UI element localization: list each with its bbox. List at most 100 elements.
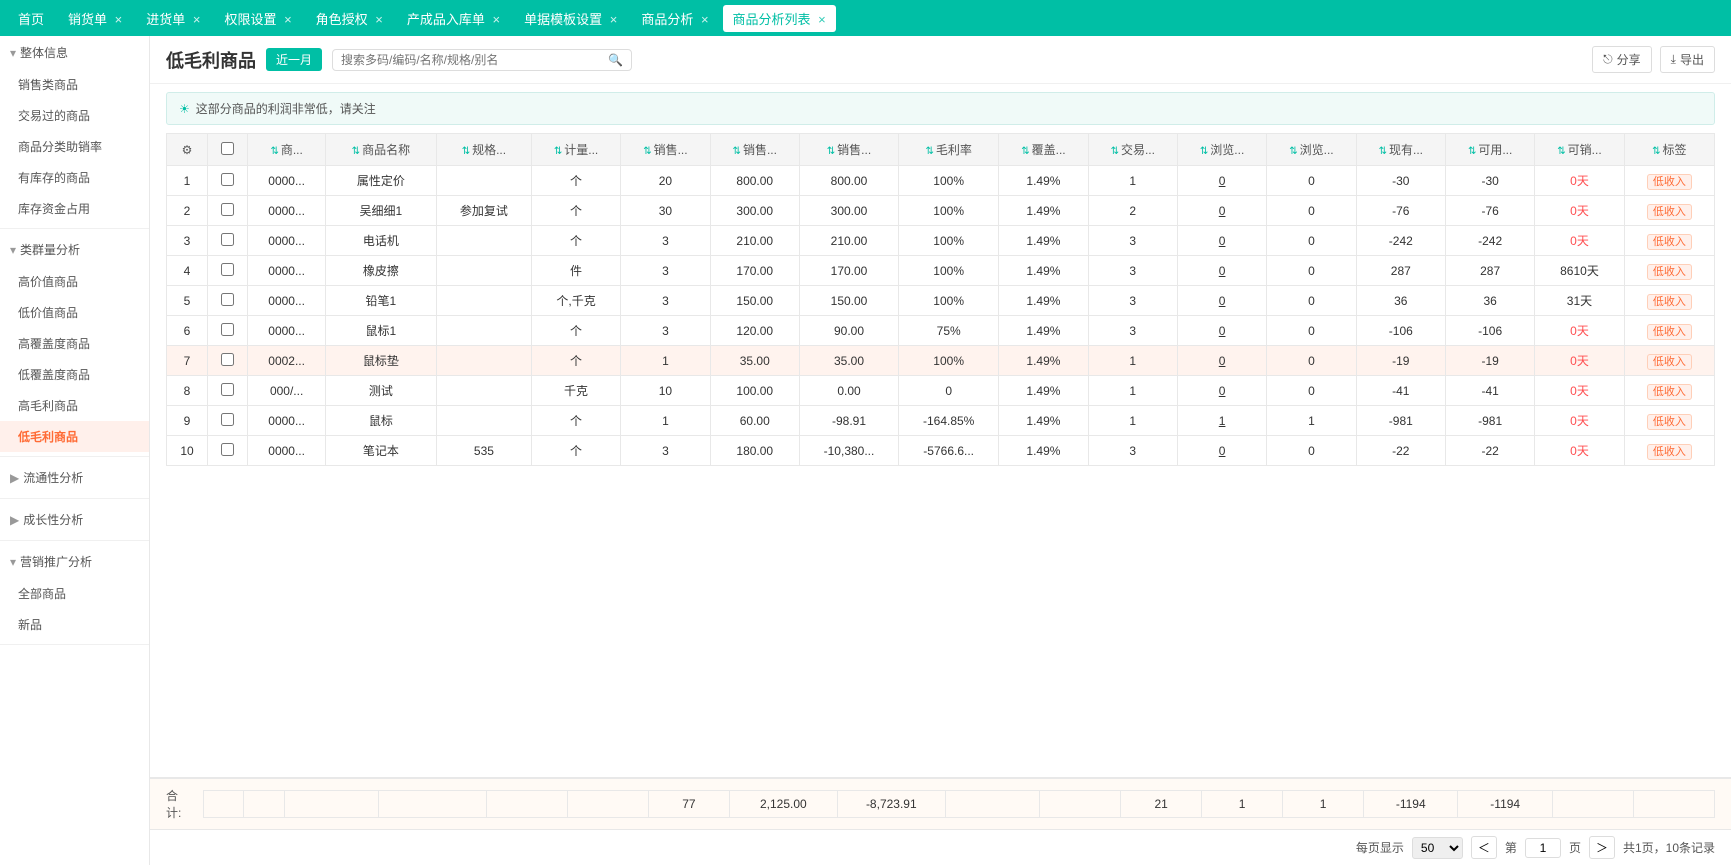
sidebar-group-overall[interactable]: ▾ 整体信息 — [0, 36, 149, 69]
nav-permission[interactable]: 权限设置 × — [214, 5, 301, 32]
col-sales-qty[interactable]: ⇅销售... — [621, 134, 710, 166]
nav-template[interactable]: 单据模板设置 × — [514, 5, 627, 32]
col-trade-count[interactable]: ⇅交易... — [1088, 134, 1177, 166]
nav-purchase-order[interactable]: 进货单 × — [136, 5, 210, 32]
sidebar-item-low-coverage[interactable]: 低覆盖度商品 — [0, 359, 149, 390]
sidebar-group-liquidity[interactable]: ▶ 流通性分析 — [0, 461, 149, 494]
cell-view1[interactable]: 0 — [1177, 316, 1266, 346]
sidebar-item-traded-products[interactable]: 交易过的商品 — [0, 100, 149, 131]
sidebar-item-new-products[interactable]: 新品 — [0, 609, 149, 640]
cell-checkbox[interactable] — [208, 256, 248, 286]
nav-product-inbound[interactable]: 产成品入库单 × — [397, 5, 510, 32]
row-checkbox[interactable] — [221, 383, 234, 396]
page-number-input[interactable] — [1525, 838, 1561, 858]
cell-checkbox[interactable] — [208, 286, 248, 316]
col-name[interactable]: ⇅商品名称 — [325, 134, 436, 166]
export-button[interactable]: ⤓ 导出 — [1660, 46, 1715, 73]
col-available-stock[interactable]: ⇅可用... — [1445, 134, 1534, 166]
sidebar-item-all-products[interactable]: 全部商品 — [0, 578, 149, 609]
close-icon[interactable]: × — [284, 12, 292, 27]
cell-checkbox[interactable] — [208, 226, 248, 256]
cell-checkbox[interactable] — [208, 436, 248, 466]
share-button[interactable]: ⎋ 分享 — [1592, 46, 1652, 73]
view1-link[interactable]: 0 — [1219, 444, 1226, 458]
row-checkbox[interactable] — [221, 323, 234, 336]
cell-checkbox[interactable] — [208, 376, 248, 406]
col-settings[interactable]: ⚙ — [167, 134, 208, 166]
sidebar-group-growth[interactable]: ▶ 成长性分析 — [0, 503, 149, 536]
cell-view1[interactable]: 0 — [1177, 226, 1266, 256]
sidebar-item-high-coverage[interactable]: 高覆盖度商品 — [0, 328, 149, 359]
row-checkbox[interactable] — [221, 293, 234, 306]
sidebar-item-stocked-products[interactable]: 有库存的商品 — [0, 162, 149, 193]
row-checkbox[interactable] — [221, 263, 234, 276]
col-view2[interactable]: ⇅浏览... — [1267, 134, 1356, 166]
sidebar-item-low-margin[interactable]: 低毛利商品 — [0, 421, 149, 452]
close-icon[interactable]: × — [193, 12, 201, 27]
col-sellable-days[interactable]: ⇅可销... — [1535, 134, 1624, 166]
sidebar-item-category-sales-rate[interactable]: 商品分类助销率 — [0, 131, 149, 162]
cell-view1[interactable]: 0 — [1177, 196, 1266, 226]
close-icon[interactable]: × — [493, 12, 501, 27]
cell-view1[interactable]: 0 — [1177, 286, 1266, 316]
next-page-button[interactable]: ＞ — [1589, 836, 1615, 859]
col-gross-margin[interactable]: ⇅毛利率 — [899, 134, 999, 166]
cell-checkbox[interactable] — [208, 346, 248, 376]
close-icon[interactable]: × — [701, 12, 709, 27]
row-checkbox[interactable] — [221, 353, 234, 366]
close-icon[interactable]: × — [610, 12, 618, 27]
nav-home[interactable]: 首页 — [8, 5, 54, 32]
view1-link[interactable]: 0 — [1219, 204, 1226, 218]
table-wrapper[interactable]: ⚙ ⇅商... ⇅商品名称 ⇅规格... ⇅计量... ⇅销售... ⇅销售..… — [150, 133, 1731, 777]
time-filter-button[interactable]: 近一月 — [266, 48, 322, 71]
sidebar-group-cluster[interactable]: ▾ 类群量分析 — [0, 233, 149, 266]
close-icon[interactable]: × — [375, 12, 383, 27]
row-checkbox[interactable] — [221, 173, 234, 186]
row-checkbox[interactable] — [221, 443, 234, 456]
sidebar-item-sales-products[interactable]: 销售类商品 — [0, 69, 149, 100]
view1-link[interactable]: 0 — [1219, 294, 1226, 308]
cell-view1[interactable]: 0 — [1177, 166, 1266, 196]
view1-link[interactable]: 0 — [1219, 174, 1226, 188]
sidebar-group-marketing[interactable]: ▾ 营销推广分析 — [0, 545, 149, 578]
col-sales-profit[interactable]: ⇅销售... — [799, 134, 898, 166]
sidebar-item-high-margin[interactable]: 高毛利商品 — [0, 390, 149, 421]
col-sales-amount[interactable]: ⇅销售... — [710, 134, 799, 166]
view1-link[interactable]: 0 — [1219, 354, 1226, 368]
col-coverage[interactable]: ⇅覆盖... — [999, 134, 1088, 166]
row-checkbox[interactable] — [221, 233, 234, 246]
cell-checkbox[interactable] — [208, 406, 248, 436]
view1-link[interactable]: 0 — [1219, 264, 1226, 278]
cell-checkbox[interactable] — [208, 166, 248, 196]
view1-link[interactable]: 0 — [1219, 384, 1226, 398]
search-icon[interactable]: 🔍 — [608, 53, 623, 67]
search-input[interactable] — [341, 53, 604, 67]
sidebar-item-high-value[interactable]: 高价值商品 — [0, 266, 149, 297]
col-unit[interactable]: ⇅计量... — [531, 134, 620, 166]
cell-view1[interactable]: 0 — [1177, 376, 1266, 406]
close-icon[interactable]: × — [115, 12, 123, 27]
cell-checkbox[interactable] — [208, 316, 248, 346]
sidebar-item-inventory-capital[interactable]: 库存资金占用 — [0, 193, 149, 224]
cell-checkbox[interactable] — [208, 196, 248, 226]
cell-view1[interactable]: 0 — [1177, 346, 1266, 376]
row-checkbox[interactable] — [221, 203, 234, 216]
prev-page-button[interactable]: ＜ — [1471, 836, 1497, 859]
nav-product-analysis[interactable]: 商品分析 × — [631, 5, 718, 32]
cell-view1[interactable]: 0 — [1177, 436, 1266, 466]
col-current-stock[interactable]: ⇅现有... — [1356, 134, 1445, 166]
close-icon[interactable]: × — [818, 12, 826, 27]
cell-view1[interactable]: 1 — [1177, 406, 1266, 436]
select-all-checkbox[interactable] — [221, 142, 234, 155]
col-code[interactable]: ⇅商... — [248, 134, 325, 166]
page-size-select[interactable]: 50 100 — [1412, 837, 1463, 859]
view1-link[interactable]: 0 — [1219, 234, 1226, 248]
view1-link[interactable]: 1 — [1219, 414, 1226, 428]
row-checkbox[interactable] — [221, 413, 234, 426]
cell-view1[interactable]: 0 — [1177, 256, 1266, 286]
nav-sales-order[interactable]: 销货单 × — [58, 5, 132, 32]
col-spec[interactable]: ⇅规格... — [436, 134, 531, 166]
nav-role-auth[interactable]: 角色授权 × — [306, 5, 393, 32]
col-tag[interactable]: ⇅标签 — [1624, 134, 1714, 166]
col-checkbox[interactable] — [208, 134, 248, 166]
